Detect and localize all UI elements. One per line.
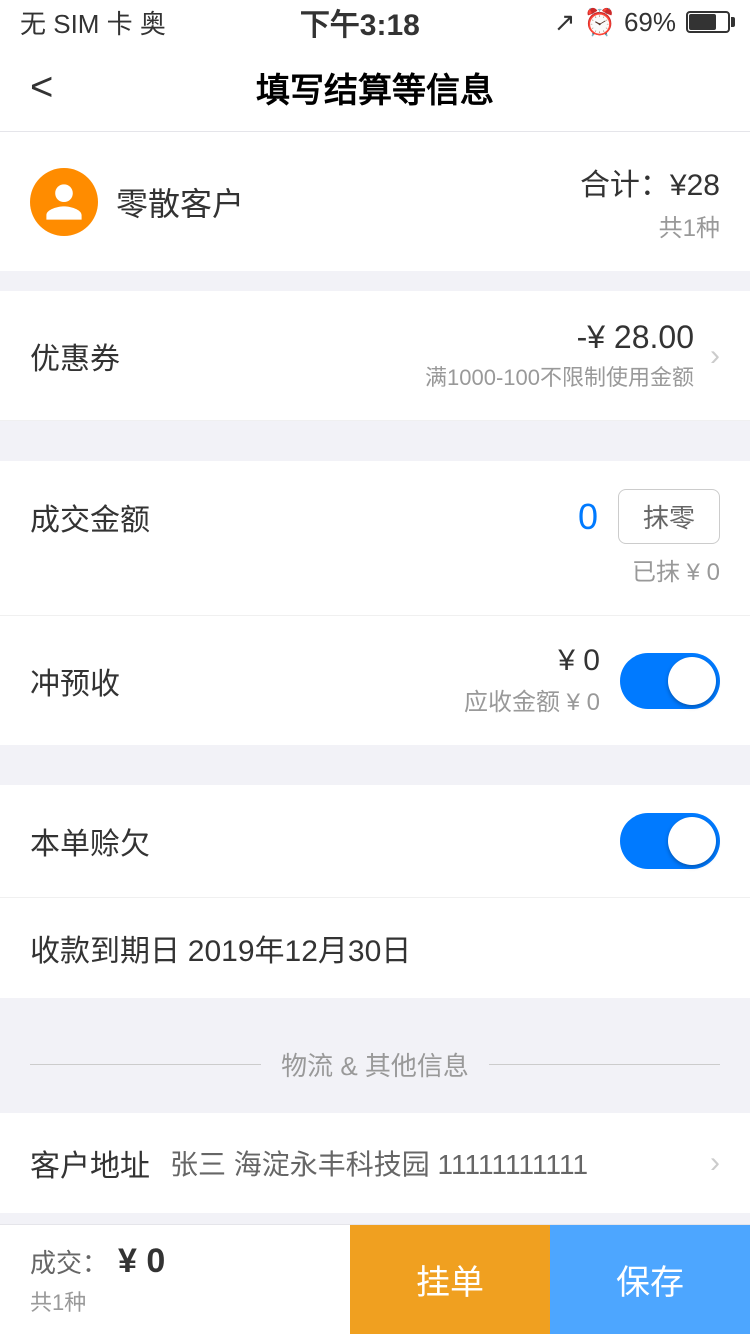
address-value: 张三 海淀永丰科技园 11111111111 bbox=[170, 1143, 710, 1183]
customer-left: 零散客户 bbox=[30, 168, 244, 236]
customer-avatar bbox=[30, 168, 98, 236]
due-date-date: 2019年12月30日 bbox=[188, 935, 411, 968]
transaction-value: 0 bbox=[578, 496, 598, 538]
nav-bar: < 填写结算等信息 bbox=[0, 44, 750, 132]
coupon-desc: 满1000-100不限制使用金额 bbox=[425, 360, 694, 392]
content: 零散客户 合计：¥28 共1种 优惠券 -¥ 28.00 满1000-100不限… bbox=[0, 132, 750, 1333]
status-bar-left: 无 SIM 卡 奥 bbox=[20, 4, 166, 41]
prepay-receivable: 应收金额 ¥ 0 bbox=[464, 682, 600, 717]
toggle-thumb bbox=[668, 657, 716, 705]
page-title: 填写结算等信息 bbox=[256, 63, 494, 112]
logistics-line-right bbox=[489, 1064, 720, 1065]
prepay-amount: ¥ 0 bbox=[464, 644, 600, 678]
debit-toggle-thumb bbox=[668, 817, 716, 865]
prepay-section: 冲预收 ¥ 0 应收金额 ¥ 0 bbox=[0, 615, 750, 745]
prepay-toggle[interactable] bbox=[620, 653, 720, 709]
location-icon: ↗ bbox=[554, 7, 576, 38]
customer-row: 零散客户 合计：¥28 共1种 bbox=[0, 132, 750, 271]
back-button[interactable]: < bbox=[30, 65, 90, 110]
sim-label: 无 SIM 卡 奥 bbox=[20, 4, 166, 41]
deal-label: 成交： bbox=[30, 1243, 108, 1280]
coupon-label: 优惠券 bbox=[30, 334, 120, 378]
bottom-count: 共1种 bbox=[30, 1285, 320, 1317]
customer-count: 共1种 bbox=[580, 208, 720, 243]
divider-1 bbox=[0, 441, 750, 461]
debit-toggle[interactable] bbox=[620, 813, 720, 869]
prepay-values: ¥ 0 应收金额 ¥ 0 bbox=[464, 644, 600, 717]
hang-button[interactable]: 挂单 bbox=[350, 1225, 550, 1334]
due-date-section: 收款到期日 2019年12月30日 bbox=[0, 897, 750, 998]
status-bar: 无 SIM 卡 奥 下午3:18 ↗ ⏰ 69% bbox=[0, 0, 750, 44]
alarm-icon: ⏰ bbox=[584, 7, 616, 38]
customer-total: 合计：¥28 bbox=[580, 160, 720, 204]
coupon-info: -¥ 28.00 满1000-100不限制使用金额 bbox=[425, 319, 694, 392]
debit-section: 本单赊欠 bbox=[0, 785, 750, 897]
coupon-amount: -¥ 28.00 bbox=[425, 319, 694, 356]
coupon-chevron-icon: › bbox=[710, 339, 720, 373]
prepay-label: 冲预收 bbox=[30, 659, 120, 703]
bottom-info: 成交： ¥ 0 共1种 bbox=[0, 1242, 350, 1317]
round-button[interactable]: 抹零 bbox=[618, 489, 720, 544]
logistics-divider: 物流 & 其他信息 bbox=[0, 1018, 750, 1111]
person-icon bbox=[42, 180, 86, 224]
prepay-right: ¥ 0 应收金额 ¥ 0 bbox=[464, 644, 720, 717]
address-label: 客户地址 bbox=[30, 1141, 150, 1185]
coupon-section: 优惠券 -¥ 28.00 满1000-100不限制使用金额 › bbox=[0, 291, 750, 421]
debit-label: 本单赊欠 bbox=[30, 819, 150, 863]
bottom-deal-row: 成交： ¥ 0 bbox=[30, 1242, 320, 1281]
coupon-row[interactable]: 优惠券 -¥ 28.00 满1000-100不限制使用金额 › bbox=[0, 291, 750, 421]
divider-2 bbox=[0, 745, 750, 765]
battery-icon bbox=[686, 11, 730, 33]
logistics-line-left bbox=[30, 1064, 261, 1065]
save-button[interactable]: 保存 bbox=[550, 1225, 750, 1334]
transaction-label: 成交金额 bbox=[30, 495, 150, 539]
transaction-section: 成交金额 0 抹零 已抹 ¥ 0 bbox=[0, 461, 750, 615]
already-rounded: 已抹 ¥ 0 bbox=[30, 552, 720, 587]
address-chevron-icon: › bbox=[710, 1146, 720, 1180]
status-bar-time: 下午3:18 bbox=[300, 0, 420, 44]
address-section[interactable]: 客户地址 张三 海淀永丰科技园 11111111111 › bbox=[0, 1113, 750, 1213]
logistics-text: 物流 & 其他信息 bbox=[261, 1046, 489, 1083]
coupon-right-area: -¥ 28.00 满1000-100不限制使用金额 › bbox=[425, 319, 720, 392]
due-date-label: 收款到期日 bbox=[30, 935, 180, 968]
bottom-bar: 成交： ¥ 0 共1种 挂单 保存 bbox=[0, 1224, 750, 1334]
battery-percent: 69% bbox=[624, 7, 676, 38]
customer-summary: 合计：¥28 共1种 bbox=[580, 160, 720, 243]
status-bar-right: ↗ ⏰ 69% bbox=[554, 7, 730, 38]
transaction-row: 成交金额 0 抹零 bbox=[30, 489, 720, 544]
customer-name: 零散客户 bbox=[116, 179, 244, 225]
deal-amount: ¥ 0 bbox=[118, 1242, 165, 1281]
transaction-right: 0 抹零 bbox=[578, 489, 720, 544]
